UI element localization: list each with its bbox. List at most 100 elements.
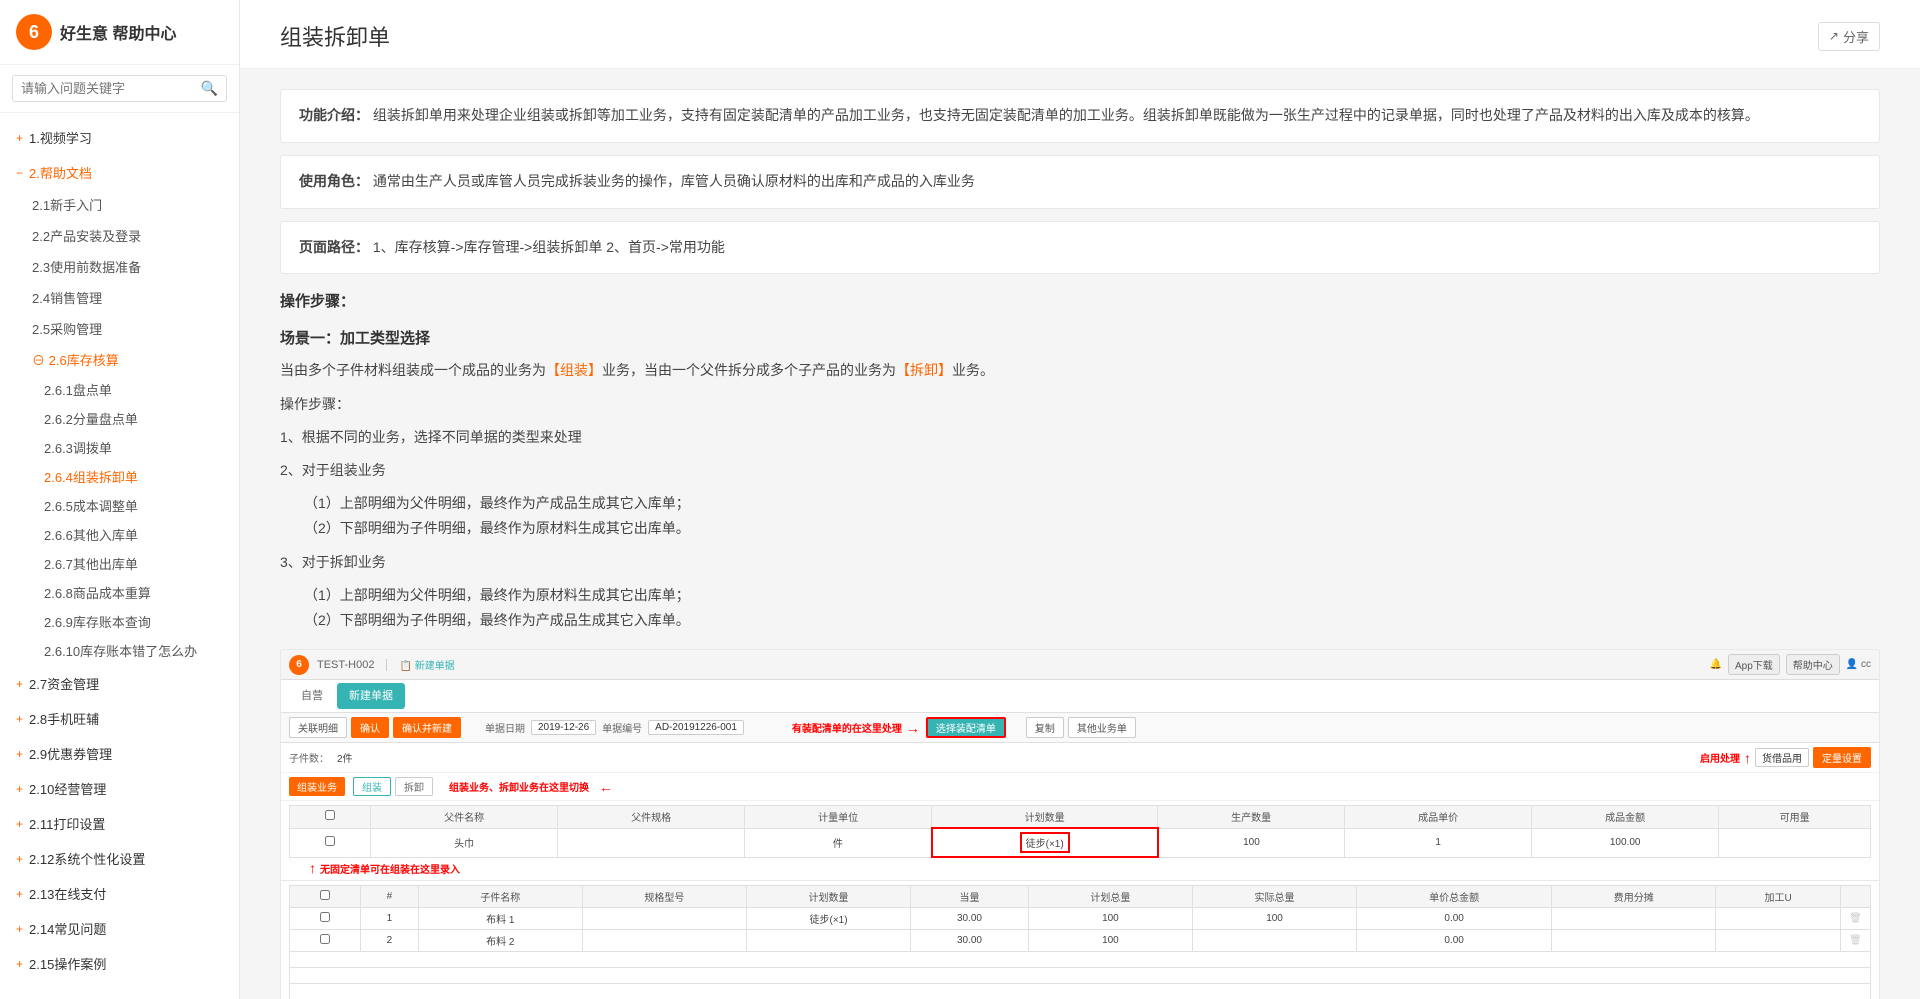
nav-group-faq: + 2.14常见问题 [0,912,239,945]
fake-breadcrumb: TEST-H002 [317,659,374,671]
sidebar-item-install[interactable]: 2.2产品安装及登录 [0,220,239,251]
fake-help-btn[interactable]: 帮助中心 [1786,654,1840,675]
step3-text: 3、对于拆卸业务 [280,550,1880,575]
row-child-name2: 布料 2 [418,930,582,952]
col-check2 [290,886,361,908]
fake-fitconfig-btn[interactable]: 选择装配清单 [926,717,1006,738]
row-ops [1716,908,1841,930]
function-intro-box: 功能介绍： 组装拆卸单用来处理企业组装或拆卸等加工业务，支持有固定装配清单的产品… [280,89,1880,143]
sidebar-item-video[interactable]: + 1.视频学习 [0,121,239,154]
fake-new-doc-btn[interactable]: 📋 新建单据 [399,657,454,672]
sidebar-item-docs[interactable]: − 2.帮助文档 [0,156,239,189]
toolbar-right-btns: 复制 其他业务单 [1026,717,1136,738]
sidebar-item-sales[interactable]: 2.4销售管理 [0,282,239,313]
fake-disassemble-btn[interactable]: 拆卸 [395,777,433,796]
sidebar-item-custom[interactable]: + 2.12系统个性化设置 [0,842,239,875]
form-label-count: 子件数： [289,750,329,765]
check-all[interactable] [325,810,335,820]
sidebar-item-inventory[interactable]: ⊖ 2.6库存核算 [0,344,239,375]
sidebar-item-data[interactable]: 2.3使用前数据准备 [0,251,239,282]
sidebar-item-label: 2.10经营管理 [29,779,106,798]
sidebar-item-label: 1.视频学习 [29,128,92,147]
sidebar-item-print[interactable]: + 2.11打印设置 [0,807,239,840]
arrow-left-icon: ← [599,779,613,795]
row-available [1719,828,1871,857]
sidebar-item-label: 2.9优惠券管理 [29,744,112,763]
sidebar-item-mobile[interactable]: + 2.8手机旺辅 [0,702,239,735]
row-plan-qty4 [746,930,910,952]
fake-extra-btn2[interactable]: 其他业务单 [1068,717,1136,738]
app-logo: 6 [16,14,52,50]
search-icon[interactable]: 🔍 [201,80,218,97]
row-seq: 1 [361,908,418,930]
row-del2[interactable]: 🗑 [1841,930,1871,952]
sidebar-item-new[interactable]: 2.1新手入门 [0,189,239,220]
row-check-cb[interactable] [320,912,330,922]
sidebar-item-269[interactable]: 2.6.9库存账本查询 [0,607,239,636]
child-table-row-5 [290,984,1871,999]
fake-tab-new[interactable]: 新建单据 [337,683,405,709]
col-unit-price: 成品单价 [1345,806,1532,829]
sidebar-item-label: 2.11打印设置 [29,814,105,833]
col-available: 可用量 [1719,806,1871,829]
role-box: 使用角色： 通常由生产人员或库管人员完成拆装业务的操作，库管人员确认原材料的出库… [280,155,1880,209]
fake-confirm-btn[interactable]: 确认 [351,717,389,738]
row-plan-total2: 100 [1028,930,1192,952]
sidebar-item-online[interactable]: + 2.13在线支付 [0,877,239,910]
fake-confirm-new-btn[interactable]: 确认并新建 [393,717,461,738]
row-child-spec [582,908,746,930]
sidebar-item-268[interactable]: 2.6.8商品成本重算 [0,578,239,607]
date-value[interactable]: 2019-12-26 [531,720,596,735]
col-child-name: 子件名称 [418,886,582,908]
sidebar-item-267[interactable]: 2.6.7其他出库单 [0,549,239,578]
row-checkbox[interactable] [325,836,335,846]
sidebar-item-265[interactable]: 2.6.5成本调整单 [0,491,239,520]
fake-tab-ziy[interactable]: 自营 [289,681,335,711]
sidebar-item-faq[interactable]: + 2.14常见问题 [0,912,239,945]
sidebar-item-label: 2.7资金管理 [29,674,99,693]
page-title: 组装拆卸单 [280,20,390,52]
nav-group-coupon: + 2.9优惠券管理 [0,737,239,770]
sidebar-item-cases[interactable]: + 2.15操作案例 [0,947,239,980]
col-op2 [1841,886,1871,908]
sidebar-item-263[interactable]: 2.6.3调拨单 [0,433,239,462]
share-icon: ↗ [1829,29,1839,43]
sidebar-item-264[interactable]: 2.6.4组装拆卸单 [0,462,239,491]
search-input[interactable] [21,81,201,96]
row-child-spec2 [582,930,746,952]
row-del[interactable]: 🗑 [1841,908,1871,930]
path-box: 页面路径： 1、库存核算->库存管理->组装拆卸单 2、首页->常用功能 [280,221,1880,275]
sidebar-item-ops[interactable]: + 2.10经营管理 [0,772,239,805]
fake-extra-btn1[interactable]: 复制 [1026,717,1064,738]
sidebar-item-261[interactable]: 2.6.1盘点单 [0,375,239,404]
fake-assemble-btn[interactable]: 组装 [353,777,391,796]
sidebar-item-266[interactable]: 2.6.6其他入库单 [0,520,239,549]
fake-set-btn[interactable]: 定量设置 [1813,747,1871,768]
nav-group-cases: + 2.15操作案例 [0,947,239,980]
check-all2[interactable] [320,890,330,900]
empty-row [290,952,1871,968]
sidebar-item-2610[interactable]: 2.6.10库存账本错了怎么办 [0,636,239,665]
row-parent-spec [558,828,745,857]
row-check-cb2[interactable] [320,934,330,944]
fake-logo: 6 [289,655,309,675]
sidebar-item-262[interactable]: 2.6.2分量盘点单 [0,404,239,433]
toolbar-date-group: 单据日期 2019-12-26 单据编号 AD-20191226-001 [485,720,744,735]
sidebar-item-finance[interactable]: + 2.7资金管理 [0,667,239,700]
fake-app-store-btn[interactable]: App下载 [1728,654,1780,675]
function-intro-text: 组装拆卸单用来处理企业组装或拆卸等加工业务，支持有固定装配清单的产品加工业务，也… [373,107,1759,123]
parent-table-area: 父件名称 父件规格 计量单位 计划数量 生产数量 成品单价 成品金额 可用量 [281,801,1879,881]
sidebar-item-coupon[interactable]: + 2.9优惠券管理 [0,737,239,770]
row-fee [1552,908,1716,930]
search-box[interactable]: 🔍 [12,75,227,102]
fake-enable-input[interactable]: 货借品用 [1755,748,1809,767]
fake-close-btn[interactable]: 关联明细 [289,717,347,738]
step2-sub2: （2）下部明细为子件明细，最终作为原材料生成其它出库单。 [280,516,1880,541]
sidebar-item-purchase[interactable]: 2.5采购管理 [0,313,239,344]
child-table-row-3 [290,952,1871,968]
role-label: 使用角色： [299,173,369,189]
share-button[interactable]: ↗ 分享 [1818,22,1880,51]
nofixed-annotation: ↑ 无固定清单可在组装在这里录入 [289,860,1871,876]
fake-screenshot: 6 TEST-H002 📋 新建单据 🔔 App下载 帮助中心 👤 cc 自营 … [281,650,1879,999]
row-unit-price: 1 [1345,828,1532,857]
